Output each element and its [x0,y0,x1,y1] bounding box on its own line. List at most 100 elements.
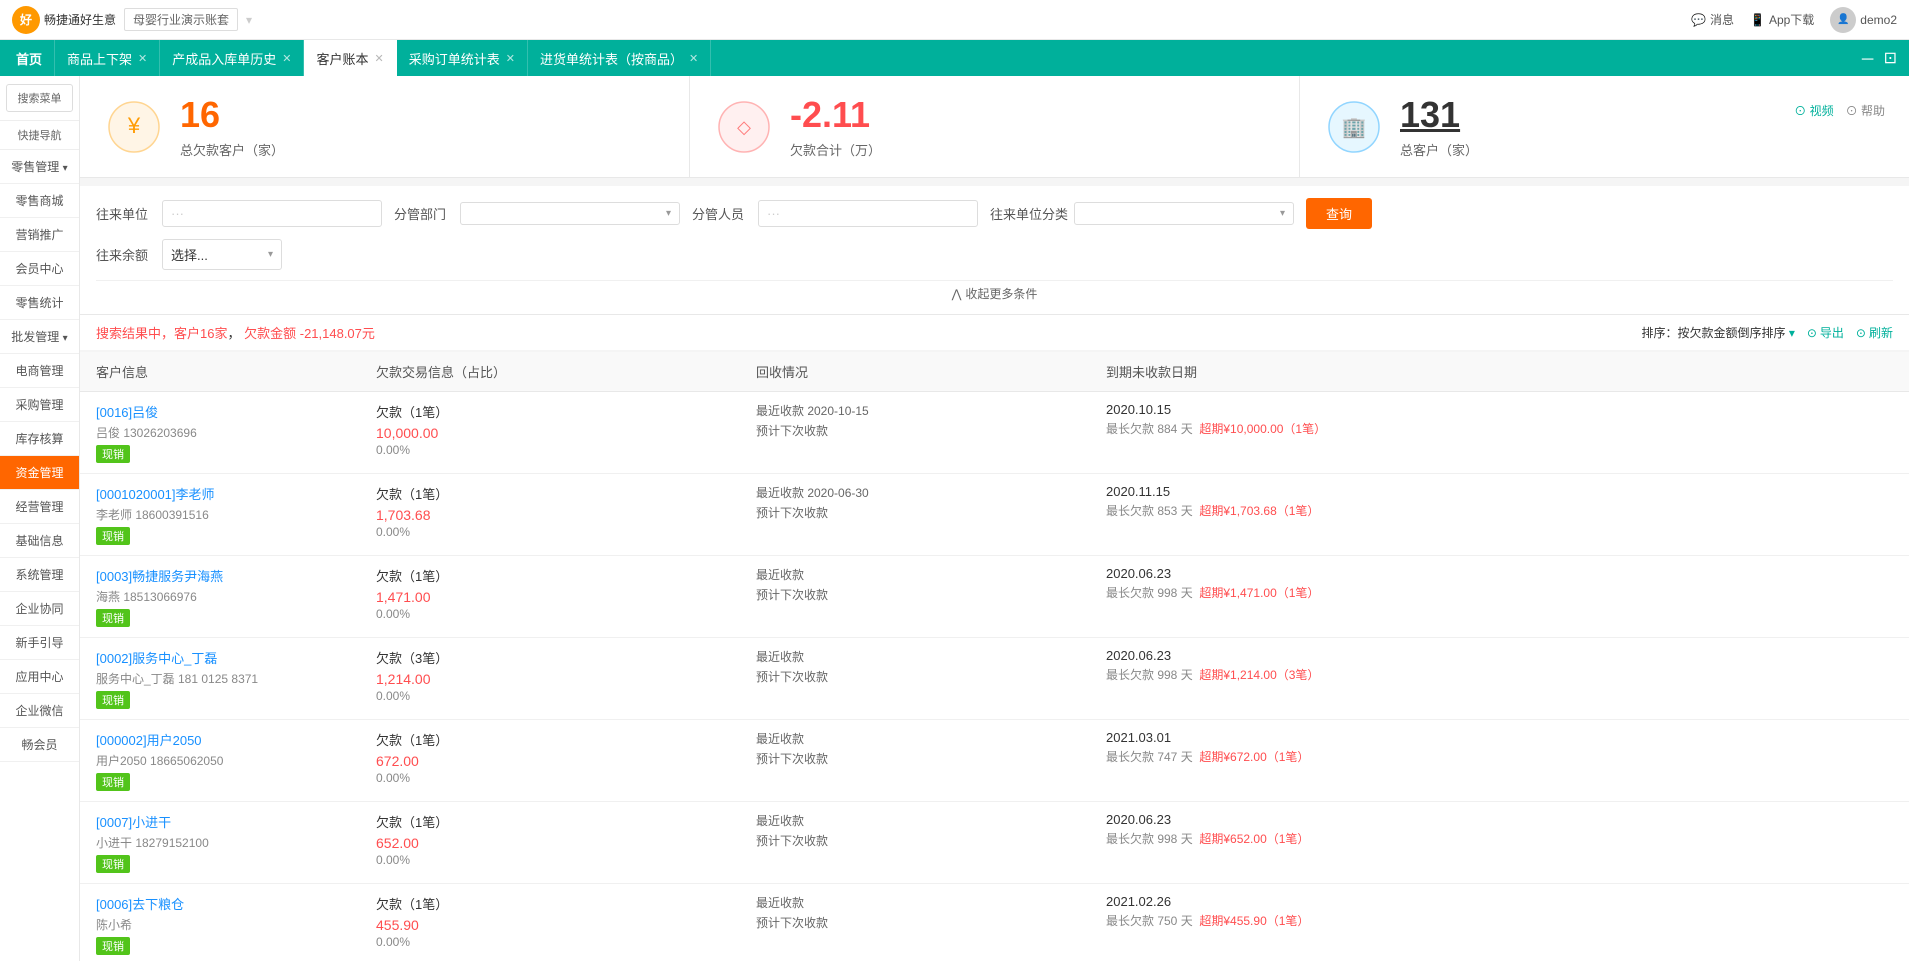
debt-info-5: 欠款（1笔） 652.00 0.00% [376,812,756,867]
customer-name-0[interactable]: [0016]吕俊 [96,402,376,421]
svg-text:◇: ◇ [737,117,751,137]
overdue-link-2[interactable]: 超期¥1,471.00（1笔） [1199,586,1319,600]
stat-value-total-debt: -2.11 [790,94,1275,136]
debt-info-6: 欠款（1笔） 455.90 0.00% [376,894,756,949]
sidebar-item-purchase[interactable]: 采购管理 [0,388,79,422]
close-produce-icon[interactable]: ✕ [282,52,291,65]
sidebar-item-marketing[interactable]: 营销推广 [0,218,79,252]
tab-stock[interactable]: 进货单统计表（按商品） ✕ [528,40,711,76]
sidebar-item-retail-mall[interactable]: 零售商城 [0,184,79,218]
debt-amount-0: 10,000.00 [376,425,756,441]
sidebar-item-retail[interactable]: 零售管理 ▾ [0,150,79,184]
sidebar-item-vip[interactable]: 畅会员 [0,728,79,762]
customer-name-5[interactable]: [0007]小进干 [96,812,376,831]
system-name[interactable]: 母婴行业演示账套 [124,8,238,31]
overdue-link-0[interactable]: 超期¥10,000.00（1笔） [1199,422,1326,436]
overdue-days-4: 最长欠款 747 天 超期¥672.00（1笔） [1106,748,1893,765]
debt-info-2: 欠款（1笔） 1,471.00 0.00% [376,566,756,621]
stat-label-total-customers: 总客户（家） [1400,140,1778,159]
close-customer-icon[interactable]: ✕ [375,52,384,65]
sidebar-item-apps[interactable]: 应用中心 [0,660,79,694]
sidebar-item-finance[interactable]: 资金管理 [0,456,79,490]
balance-select[interactable]: 选择... ▾ [162,239,282,270]
sidebar-item-system[interactable]: 系统管理 [0,558,79,592]
result-info: 搜索结果中，客户16家， 欠款金额 -21,148.07元 [96,323,375,342]
tab-home[interactable]: 首页 [4,40,55,76]
customer-tag-4: 现销 [96,773,130,791]
tab-customer[interactable]: 客户账本 ✕ [304,40,396,76]
sidebar-item-wechat[interactable]: 企业微信 [0,694,79,728]
sidebar-search-area: 搜索菜单 [0,76,79,121]
tab-produce[interactable]: 产成品入库单历史 ✕ [160,40,304,76]
balance-label: 往来余额 [96,245,156,264]
export-button[interactable]: ⊙ 导出 [1807,324,1844,341]
sort-arrow-icon: ▾ [1789,326,1795,340]
user-avatar[interactable]: 👤 demo2 [1830,7,1897,33]
col-header-customer: 客户信息 [96,362,376,381]
chevron-down-icon-2: ▾ [63,333,68,344]
stat-info-total-debt: -2.11 欠款合计（万） [790,94,1275,159]
last-payment-5: 最近收款 [756,812,1106,829]
debt-amount-4: 672.00 [376,753,756,769]
overdue-link-4[interactable]: 超期¥672.00（1笔） [1199,750,1309,764]
customer-name-2[interactable]: [0003]畅捷服务尹海燕 [96,566,376,585]
sidebar-item-enterprise[interactable]: 企业协同 [0,592,79,626]
export-icon: ⊙ [1807,326,1817,340]
main-layout: 搜索菜单 快捷导航 零售管理 ▾ 零售商城 营销推广 会员中心 零售统计 批发管… [0,76,1909,961]
customer-contact-4: 用户2050 18665062050 [96,752,376,769]
dept-select[interactable]: ▾ [460,202,680,225]
message-button[interactable]: 💬 消息 [1691,11,1734,28]
customer-name-4[interactable]: [000002]用户2050 [96,730,376,749]
close-stock-icon[interactable]: ✕ [689,52,698,65]
quick-nav-button[interactable]: 快捷导航 [0,121,79,150]
overdue-link-5[interactable]: 超期¥652.00（1笔） [1199,832,1309,846]
debt-amount-2: 1,471.00 [376,589,756,605]
sidebar-item-newbie[interactable]: 新手引导 [0,626,79,660]
minimize-icon[interactable]: － [1860,46,1876,70]
next-payment-1: 预计下次收款 [756,504,1106,521]
sidebar-item-ecom[interactable]: 电商管理 [0,354,79,388]
last-payment-6: 最近收款 [756,894,1106,911]
sidebar-item-base[interactable]: 基础信息 [0,524,79,558]
sidebar-item-retail-stat[interactable]: 零售统计 [0,286,79,320]
overdue-days-1: 最长欠款 853 天 超期¥1,703.68（1笔） [1106,502,1893,519]
close-products-icon[interactable]: ✕ [138,52,147,65]
top-bar-right: 💬 消息 📱 App下载 👤 demo2 [1691,7,1897,33]
stat-label-total-debt: 欠款合计（万） [790,140,1275,159]
overdue-link-3[interactable]: 超期¥1,214.00（3笔） [1199,668,1319,682]
overdue-info-1: 2020.11.15 最长欠款 853 天 超期¥1,703.68（1笔） [1106,484,1893,519]
return-info-5: 最近收款 预计下次收款 [756,812,1106,852]
help-icon[interactable]: ⊙ 帮助 [1846,102,1885,119]
app-download-button[interactable]: 📱 App下载 [1750,11,1814,28]
unit-category-select[interactable]: ▾ [1074,202,1294,225]
source-unit-input[interactable]: ··· [162,200,382,227]
sidebar-item-ops[interactable]: 经营管理 [0,490,79,524]
sidebar-item-stock[interactable]: 库存核算 [0,422,79,456]
customer-name-6[interactable]: [0006]去下粮仓 [96,894,376,913]
tab-products[interactable]: 商品上下架 ✕ [55,40,160,76]
search-menu-button[interactable]: 搜索菜单 [6,84,73,112]
search-button[interactable]: 查询 [1306,198,1372,229]
source-unit-label: 往来单位 [96,204,156,223]
debt-pct-5: 0.00% [376,853,756,867]
last-payment-4: 最近收款 [756,730,1106,747]
chevron-down-icon: ▾ [63,163,68,174]
refresh-button[interactable]: ⊙ 刷新 [1856,324,1893,341]
customer-tag-5: 现销 [96,855,130,873]
person-input[interactable]: ··· [758,200,978,227]
tab-purchase[interactable]: 采购订单统计表 ✕ [397,40,528,76]
customer-name-1[interactable]: [0001020001]李老师 [96,484,376,503]
sidebar-item-batch[interactable]: 批发管理 ▾ [0,320,79,354]
overdue-link-6[interactable]: 超期¥455.90（1笔） [1199,914,1309,928]
video-help-icon[interactable]: ⊙ 视频 [1794,102,1833,119]
collapse-button[interactable]: ⋀ 收起更多条件 [96,280,1893,306]
customer-name-3[interactable]: [0002]服务中心_丁磊 [96,648,376,667]
sidebar-item-member[interactable]: 会员中心 [0,252,79,286]
return-info-4: 最近收款 预计下次收款 [756,730,1106,770]
overdue-date-0: 2020.10.15 [1106,402,1893,417]
maximize-icon[interactable]: ⊡ [1884,48,1897,68]
overdue-link-1[interactable]: 超期¥1,703.68（1笔） [1199,504,1319,518]
dept-arrow-icon: ▾ [666,208,671,219]
customer-contact-6: 陈小希 [96,916,376,933]
close-purchase-icon[interactable]: ✕ [506,52,515,65]
